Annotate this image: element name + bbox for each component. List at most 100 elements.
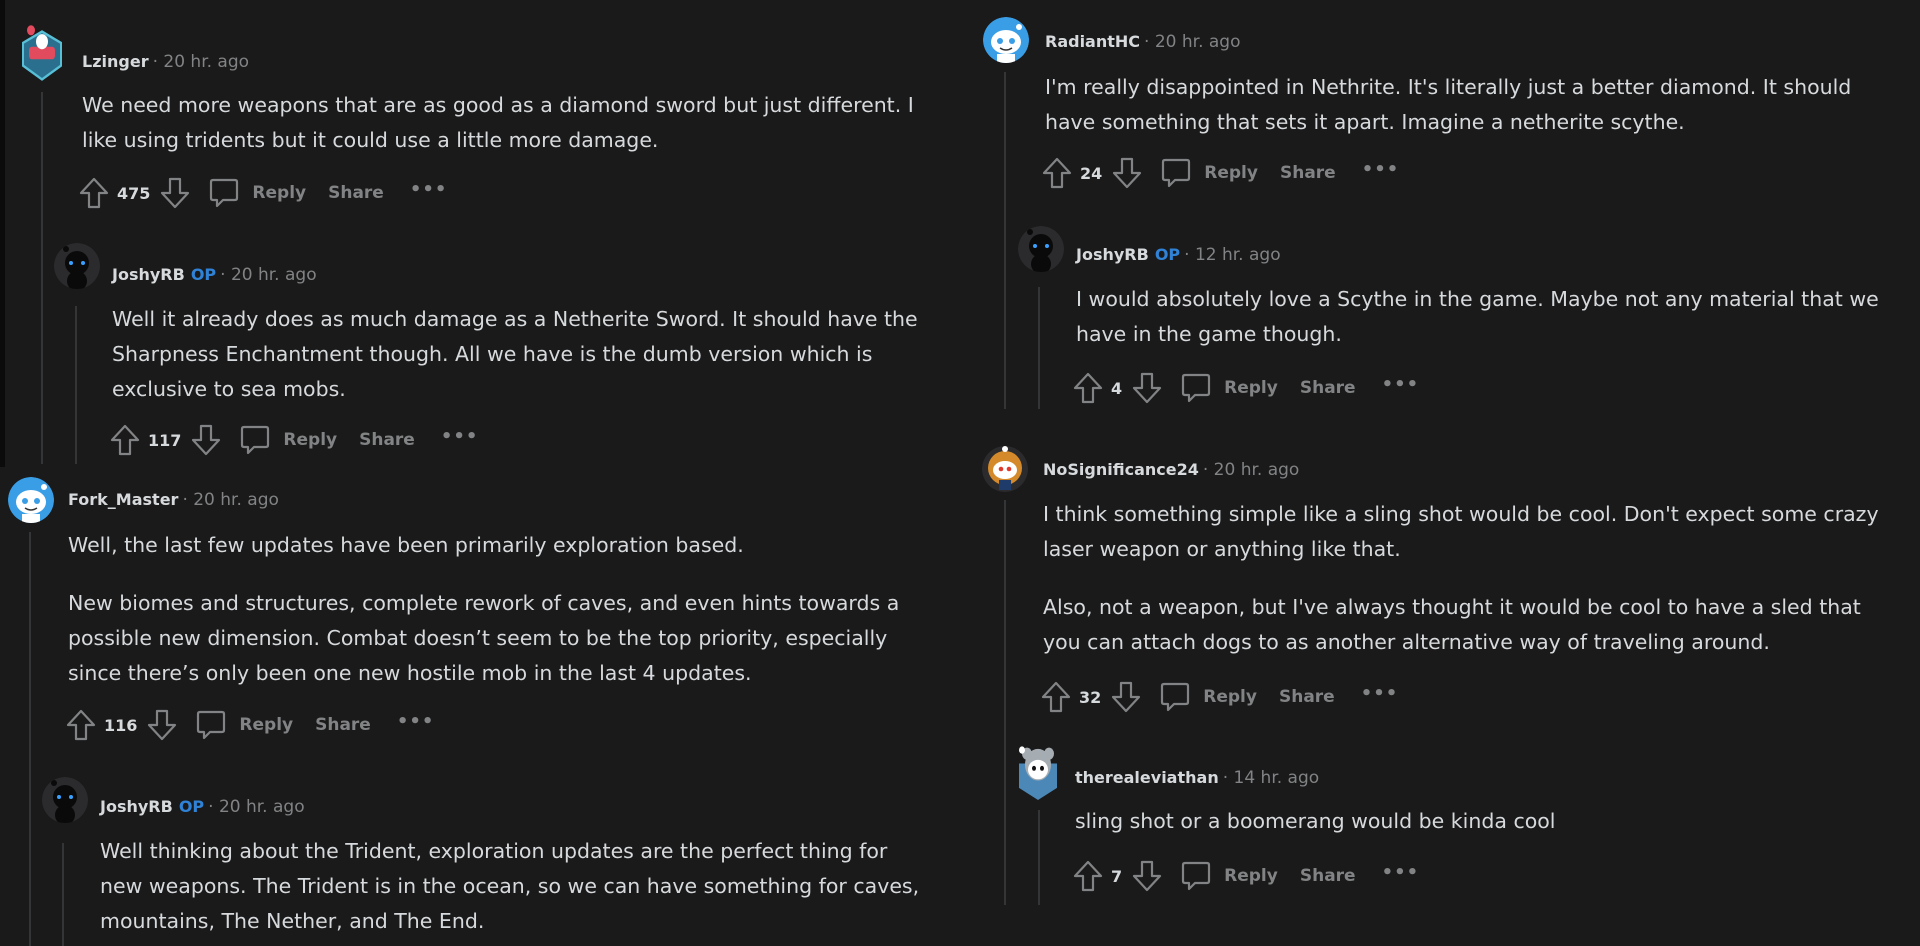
upvote-button[interactable] xyxy=(79,177,109,209)
reply-button[interactable]: Reply xyxy=(1159,681,1257,713)
thread-line[interactable] xyxy=(1038,287,1040,409)
comment-text-line: Well it already does as much damage as a… xyxy=(112,307,918,331)
downvote-icon xyxy=(1132,372,1162,404)
comment-body: Well thinking about the Trident, explora… xyxy=(100,834,919,939)
badge-snoo-avatar[interactable] xyxy=(19,24,65,82)
thread-line[interactable] xyxy=(62,843,64,946)
more-options-button[interactable]: ••• xyxy=(1362,159,1400,180)
downvote-button[interactable] xyxy=(1132,860,1162,892)
comment-header: NoSignificance24 · 20 hr. ago xyxy=(1043,459,1299,481)
comment-text-line: mountains, The Nether, and The End. xyxy=(100,909,485,933)
thread-line[interactable] xyxy=(29,532,31,946)
comment-text-line: Also, not a weapon, but I've always thou… xyxy=(1043,595,1861,619)
thread-line[interactable] xyxy=(41,92,43,464)
downvote-button[interactable] xyxy=(1132,372,1162,404)
thread-line[interactable] xyxy=(1004,500,1006,905)
timestamp[interactable]: · 20 hr. ago xyxy=(182,490,278,510)
blue-snoo-avatar[interactable] xyxy=(8,477,54,523)
vote-score: 4 xyxy=(1111,378,1123,398)
reply-button[interactable]: Reply xyxy=(1180,860,1278,892)
username-link[interactable]: JoshyRB xyxy=(100,797,173,816)
comment-text-line: possible new dimension. Combat doesn’t s… xyxy=(68,626,888,650)
op-badge: OP xyxy=(178,797,205,816)
username-link[interactable]: Lzinger xyxy=(82,52,149,71)
vote-score: 116 xyxy=(104,715,138,735)
username-link[interactable]: NoSignificance24 xyxy=(1043,460,1199,479)
upvote-button[interactable] xyxy=(110,424,140,456)
share-button[interactable]: Share xyxy=(359,430,415,450)
more-options-button[interactable]: ••• xyxy=(397,711,435,732)
upvote-icon xyxy=(1073,372,1103,404)
timestamp[interactable]: · 12 hr. ago xyxy=(1184,245,1280,265)
comment-bubble-icon xyxy=(1180,860,1212,892)
downvote-button[interactable] xyxy=(147,709,177,741)
comment-header: therealeviathan · 14 hr. ago xyxy=(1075,767,1319,789)
share-button[interactable]: Share xyxy=(1279,687,1335,707)
comment-bubble-icon xyxy=(195,709,227,741)
more-options-button[interactable]: ••• xyxy=(1382,374,1420,395)
upvote-button[interactable] xyxy=(1041,681,1071,713)
comment-header: JoshyRB OP · 12 hr. ago xyxy=(1076,244,1281,266)
upvote-button[interactable] xyxy=(1073,860,1103,892)
bear-snoo-avatar[interactable] xyxy=(1015,744,1061,800)
thread-line[interactable] xyxy=(1038,810,1040,905)
upvote-icon xyxy=(66,709,96,741)
golden-snoo-avatar[interactable] xyxy=(982,446,1028,492)
comment-body: I think something simple like a sling sh… xyxy=(1043,497,1879,660)
downvote-icon xyxy=(147,709,177,741)
timestamp[interactable]: · 20 hr. ago xyxy=(1144,32,1240,52)
timestamp[interactable]: · 20 hr. ago xyxy=(153,52,249,72)
share-button[interactable]: Share xyxy=(1300,378,1356,398)
downvote-button[interactable] xyxy=(160,177,190,209)
more-options-button[interactable]: ••• xyxy=(1382,862,1420,883)
comment-bubble-icon xyxy=(1159,681,1191,713)
reply-label: Reply xyxy=(1203,687,1257,707)
reply-button[interactable]: Reply xyxy=(239,424,337,456)
comment-text-line: Well, the last few updates have been pri… xyxy=(68,533,744,557)
more-options-button[interactable]: ••• xyxy=(1361,683,1399,704)
reply-label: Reply xyxy=(283,430,338,450)
downvote-button[interactable] xyxy=(1112,157,1142,189)
upvote-icon xyxy=(79,177,109,209)
reply-button[interactable]: Reply xyxy=(195,709,293,741)
reply-button[interactable]: Reply xyxy=(1180,372,1278,404)
thread-line[interactable] xyxy=(75,306,77,464)
thread-line[interactable] xyxy=(1004,72,1006,409)
more-options-button[interactable]: ••• xyxy=(410,179,448,200)
share-button[interactable]: Share xyxy=(1300,866,1356,886)
upvote-button[interactable] xyxy=(66,709,96,741)
comment-body: sling shot or a boomerang would be kinda… xyxy=(1075,804,1556,839)
comment-actions: 24 Reply Share ••• xyxy=(1042,156,1399,190)
timestamp[interactable]: · 14 hr. ago xyxy=(1223,768,1319,788)
comment-actions: 117 Reply Share ••• xyxy=(110,423,478,457)
dark-snoo-avatar[interactable] xyxy=(54,243,100,289)
username-link[interactable]: JoshyRB xyxy=(1076,245,1149,264)
upvote-button[interactable] xyxy=(1073,372,1103,404)
comment-text-line: you can attach dogs to as another altern… xyxy=(1043,630,1770,654)
dark-snoo-avatar[interactable] xyxy=(42,777,88,823)
reply-button[interactable]: Reply xyxy=(208,177,306,209)
reply-button[interactable]: Reply xyxy=(1160,157,1258,189)
share-button[interactable]: Share xyxy=(1280,163,1336,183)
dark-snoo-avatar[interactable] xyxy=(1018,226,1064,272)
username-link[interactable]: therealeviathan xyxy=(1075,768,1219,787)
downvote-button[interactable] xyxy=(191,424,221,456)
upvote-button[interactable] xyxy=(1042,157,1072,189)
more-options-button[interactable]: ••• xyxy=(441,426,479,447)
comment-body: Well it already does as much damage as a… xyxy=(112,302,918,407)
username-link[interactable]: JoshyRB xyxy=(112,265,185,284)
blue-snoo-avatar[interactable] xyxy=(983,17,1029,63)
comment-text-line: We need more weapons that are as good as… xyxy=(82,93,914,117)
share-button[interactable]: Share xyxy=(328,183,384,203)
timestamp[interactable]: · 20 hr. ago xyxy=(1203,460,1299,480)
left-edge-strip xyxy=(0,0,5,467)
reply-label: Reply xyxy=(1224,866,1278,886)
username-link[interactable]: Fork_Master xyxy=(68,490,178,509)
share-button[interactable]: Share xyxy=(315,715,371,735)
downvote-button[interactable] xyxy=(1111,681,1141,713)
comment-bubble-icon xyxy=(1180,372,1212,404)
timestamp[interactable]: · 20 hr. ago xyxy=(220,265,316,285)
username-link[interactable]: RadiantHC xyxy=(1045,32,1140,51)
timestamp[interactable]: · 20 hr. ago xyxy=(208,797,304,817)
comment-text-line: Sharpness Enchantment though. All we hav… xyxy=(112,342,873,366)
